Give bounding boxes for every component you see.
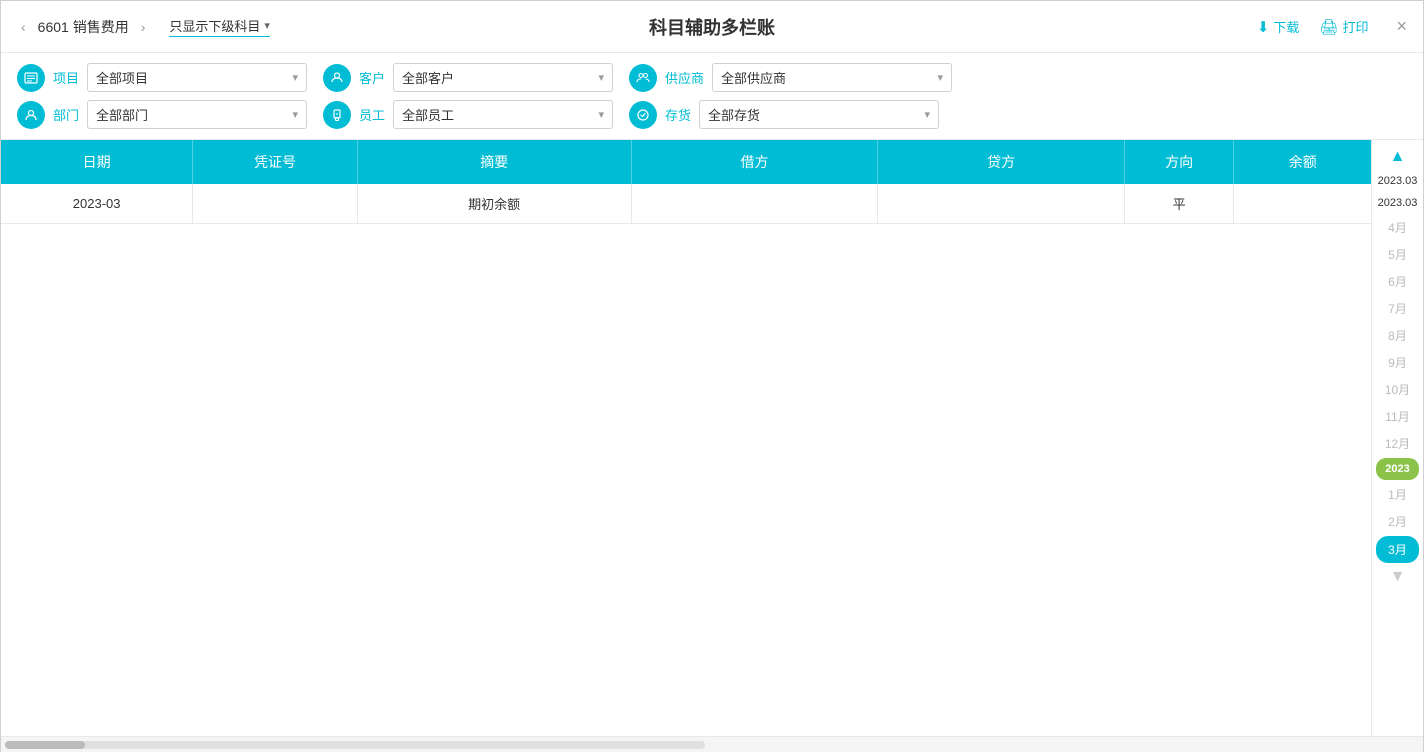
- supplier-select[interactable]: 全部供应商 ▾: [712, 63, 952, 92]
- filter-bar: 项目 全部项目 ▾ 客户 全部客户 ▾: [1, 53, 1423, 140]
- col-debit: 借方: [631, 140, 878, 184]
- employee-icon: [323, 101, 351, 129]
- timeline-up-button[interactable]: ▲: [1372, 144, 1423, 170]
- project-icon: [17, 64, 45, 92]
- table-row: 2023-03 期初余额 平: [1, 184, 1371, 224]
- cell-voucher: [193, 184, 357, 224]
- inventory-label: 存货: [665, 105, 691, 124]
- timeline-month-11[interactable]: 11月: [1372, 403, 1423, 430]
- table-body: 2023-03 期初余额 平: [1, 184, 1371, 224]
- col-credit: 贷方: [878, 140, 1125, 184]
- timeline-month-9[interactable]: 9月: [1372, 349, 1423, 376]
- filter-item-employee: 员工 全部员工 ▾: [323, 100, 613, 129]
- inventory-select[interactable]: 全部存货 ▾: [699, 100, 939, 129]
- timeline-period-start[interactable]: 2023.03: [1372, 170, 1423, 192]
- supplier-icon: [629, 64, 657, 92]
- show-sub-chevron-icon: ▾: [264, 19, 270, 32]
- col-summary: 摘要: [357, 140, 631, 184]
- show-sub-button[interactable]: 只显示下级科目 ▾: [169, 16, 270, 37]
- customer-value: 全部客户: [402, 68, 454, 87]
- cell-direction: 平: [1124, 184, 1234, 224]
- timeline-month-2[interactable]: 2月: [1372, 508, 1423, 535]
- timeline-month-1[interactable]: 1月: [1372, 481, 1423, 508]
- department-label: 部门: [53, 105, 79, 124]
- inventory-value: 全部存货: [708, 105, 760, 124]
- customer-select[interactable]: 全部客户 ▾: [393, 63, 613, 92]
- main-window: ‹ 6601 销售费用 › 只显示下级科目 ▾ 科目辅助多栏账 ⬇ 下载 🖨 打…: [0, 0, 1424, 752]
- nav-next-button[interactable]: ›: [137, 17, 150, 37]
- horizontal-scrollbar-thumb[interactable]: [5, 741, 85, 749]
- table-wrapper: 日期 凭证号 摘要 借方 贷方 方向 余额 2023-03: [1, 140, 1371, 736]
- filter-row-1: 项目 全部项目 ▾ 客户 全部客户 ▾: [17, 63, 1407, 92]
- col-date: 日期: [1, 140, 193, 184]
- table-header-row: 日期 凭证号 摘要 借方 贷方 方向 余额: [1, 140, 1371, 184]
- page-title: 科目辅助多栏账: [649, 14, 775, 40]
- cell-summary: 期初余额: [357, 184, 631, 224]
- supplier-label: 供应商: [665, 68, 704, 87]
- employee-chevron-icon: ▾: [599, 108, 605, 121]
- employee-label: 员工: [359, 105, 385, 124]
- show-sub-label: 只显示下级科目: [169, 16, 260, 35]
- timeline-month-6[interactable]: 6月: [1372, 268, 1423, 295]
- timeline-month-7[interactable]: 7月: [1372, 295, 1423, 322]
- cell-date: 2023-03: [1, 184, 193, 224]
- ledger-table: 日期 凭证号 摘要 借方 贷方 方向 余额 2023-03: [1, 140, 1371, 224]
- project-select[interactable]: 全部项目 ▾: [87, 63, 307, 92]
- timeline-month-10[interactable]: 10月: [1372, 376, 1423, 403]
- customer-chevron-icon: ▾: [599, 71, 605, 84]
- filter-item-department: 部门 全部部门 ▾: [17, 100, 307, 129]
- cell-balance: [1234, 184, 1371, 224]
- print-icon: 🖨: [1319, 18, 1338, 36]
- content-area: 日期 凭证号 摘要 借方 贷方 方向 余额 2023-03: [1, 140, 1423, 752]
- timeline-year-2023[interactable]: 2023: [1376, 458, 1419, 480]
- top-bar: ‹ 6601 销售费用 › 只显示下级科目 ▾ 科目辅助多栏账 ⬇ 下载 🖨 打…: [1, 1, 1423, 53]
- department-icon: [17, 101, 45, 129]
- filter-item-supplier: 供应商 全部供应商 ▾: [629, 63, 952, 92]
- right-timeline: ▲ 2023.03 2023.03 4月 5月 6月 7月 8月 9月 10月 …: [1371, 140, 1423, 736]
- supplier-value: 全部供应商: [721, 68, 786, 87]
- cell-credit: [878, 184, 1125, 224]
- cell-debit: [631, 184, 878, 224]
- customer-label: 客户: [359, 68, 385, 87]
- col-voucher: 凭证号: [193, 140, 357, 184]
- filter-item-project: 项目 全部项目 ▾: [17, 63, 307, 92]
- department-value: 全部部门: [96, 105, 148, 124]
- print-label: 打印: [1342, 17, 1368, 36]
- timeline-period-end[interactable]: 2023.03: [1372, 192, 1423, 214]
- timeline-month-4[interactable]: 4月: [1372, 214, 1423, 241]
- account-code: 6601 销售费用: [38, 17, 129, 37]
- timeline-month-12[interactable]: 12月: [1372, 430, 1423, 457]
- filter-item-inventory: 存货 全部存货 ▾: [629, 100, 939, 129]
- col-balance: 余额: [1234, 140, 1371, 184]
- col-direction: 方向: [1124, 140, 1234, 184]
- download-button[interactable]: ⬇ 下载: [1257, 17, 1300, 36]
- bottom-scrollbar-bar: [1, 736, 1423, 752]
- project-label: 项目: [53, 68, 79, 87]
- download-label: 下载: [1273, 17, 1299, 36]
- department-chevron-icon: ▾: [292, 108, 298, 121]
- filter-row-2: 部门 全部部门 ▾ 员工 全部员工 ▾: [17, 100, 1407, 129]
- close-button[interactable]: ×: [1396, 16, 1407, 37]
- top-left: ‹ 6601 销售费用 › 只显示下级科目 ▾: [17, 16, 270, 37]
- print-button[interactable]: 🖨 打印: [1319, 17, 1368, 36]
- department-select[interactable]: 全部部门 ▾: [87, 100, 307, 129]
- timeline-month-3-active[interactable]: 3月: [1376, 536, 1419, 563]
- filter-item-customer: 客户 全部客户 ▾: [323, 63, 613, 92]
- timeline-month-5[interactable]: 5月: [1372, 241, 1423, 268]
- project-chevron-icon: ▾: [292, 71, 298, 84]
- supplier-chevron-icon: ▾: [938, 71, 944, 84]
- download-icon: ⬇: [1257, 18, 1270, 36]
- inventory-icon: [629, 101, 657, 129]
- timeline-month-8[interactable]: 8月: [1372, 322, 1423, 349]
- employee-select[interactable]: 全部员工 ▾: [393, 100, 613, 129]
- nav-prev-button[interactable]: ‹: [17, 17, 30, 37]
- horizontal-scrollbar-track[interactable]: [5, 741, 705, 749]
- project-value: 全部项目: [96, 68, 148, 87]
- top-right: ⬇ 下载 🖨 打印 ×: [1257, 16, 1407, 37]
- customer-icon: [323, 64, 351, 92]
- inventory-chevron-icon: ▾: [925, 108, 931, 121]
- employee-value: 全部员工: [402, 105, 454, 124]
- timeline-down-button[interactable]: ▼: [1372, 564, 1423, 590]
